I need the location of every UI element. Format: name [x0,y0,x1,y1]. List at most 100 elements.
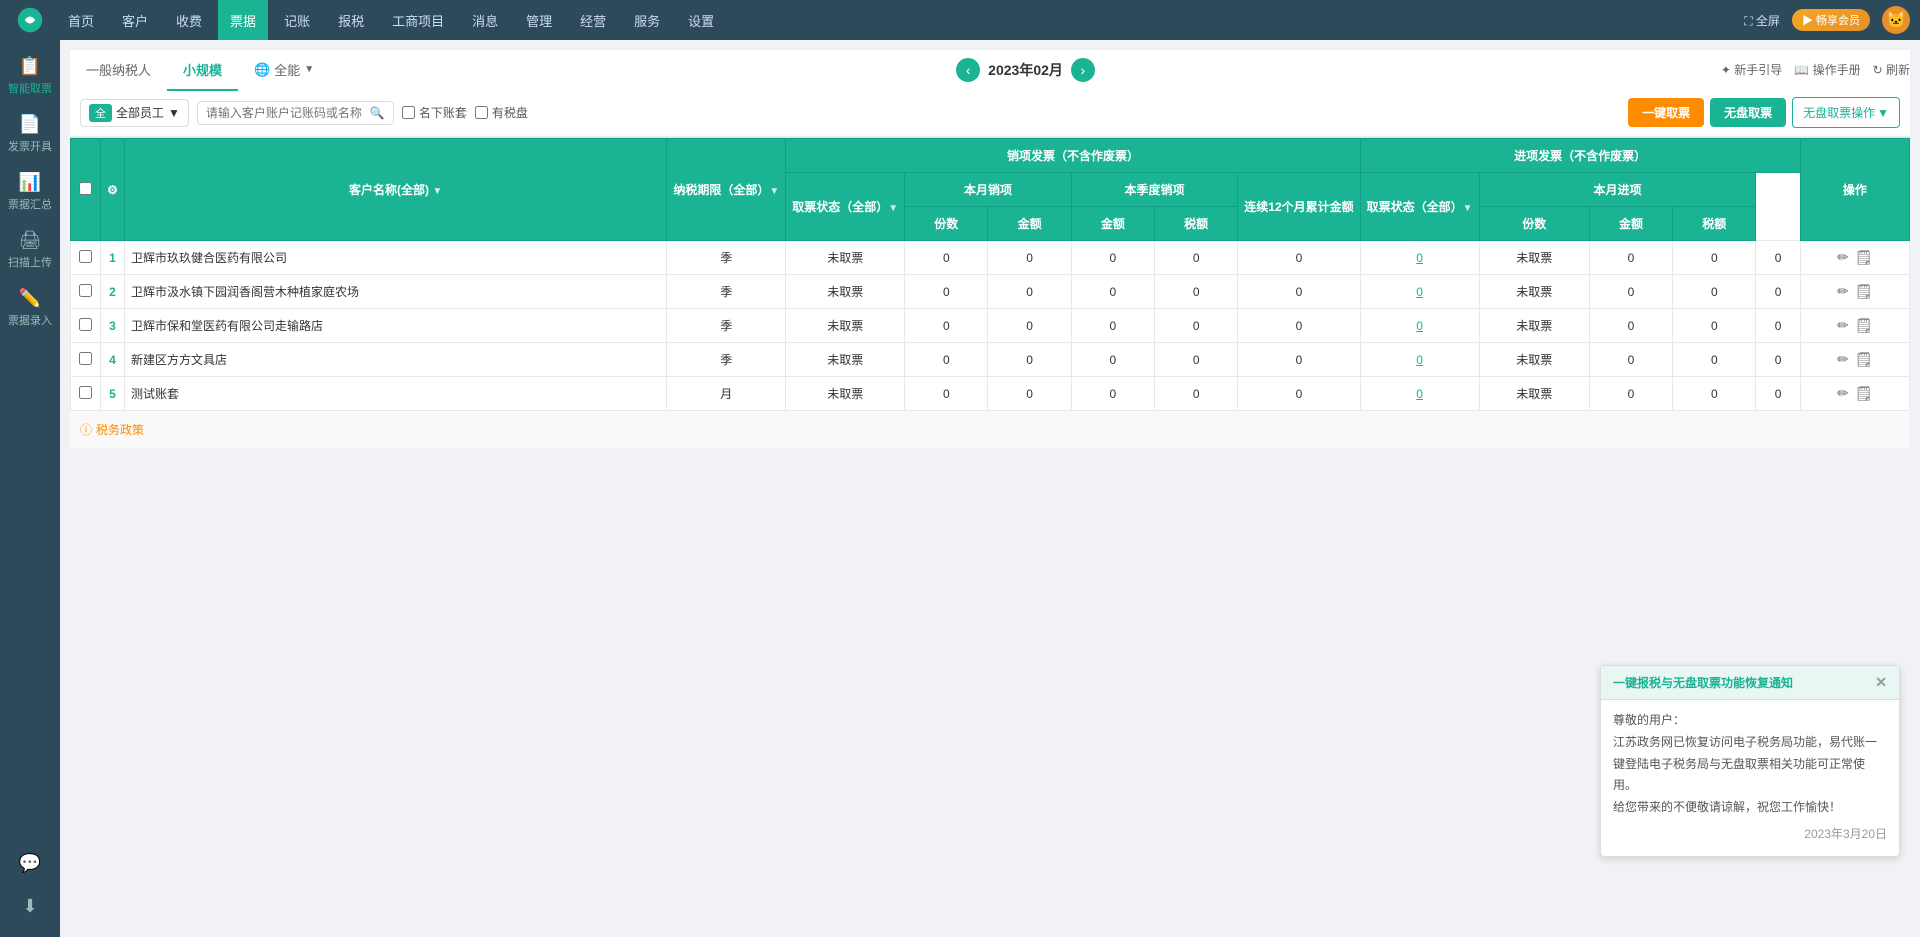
th-purchase-month-amount: 金额 [1589,207,1672,241]
edit-icon-5[interactable]: ✏ [1837,385,1849,402]
row-purchase-month-amount-cell-3: 0 [1673,309,1756,343]
smart-ticket-icon: 📋 [19,56,41,77]
row-checkbox-2[interactable] [79,284,92,297]
row-checkbox-4[interactable] [79,352,92,365]
nav-fee[interactable]: 收费 [164,0,214,40]
nav-service[interactable]: 服务 [622,0,672,40]
sidebar-item-download[interactable]: ⬇ [2,888,58,925]
employee-filter-label: 全部员工 [116,104,164,121]
next-month-button[interactable]: › [1071,58,1095,82]
tab-small-scale[interactable]: 小规模 [167,50,238,91]
row-sales-month-tax-cell-2: 0 [1071,275,1154,309]
sidebar-item-ticket-summary[interactable]: 📊 票据汇总 [2,164,58,220]
row-checkbox-3[interactable] [79,318,92,331]
nav-tax[interactable]: 报税 [326,0,376,40]
row-sales-season-amount-cell-1: 0 [1155,241,1238,275]
edit-icon-2[interactable]: ✏ [1837,283,1849,300]
purchase-status-filter-icon[interactable]: ▼ [1463,203,1473,214]
edit-icon-1[interactable]: ✏ [1837,249,1849,266]
table-body: 1 卫辉市玖玖健合医药有限公司 季 未取票 0 0 0 0 0 0 未取票 0 … [71,241,1910,411]
employee-filter[interactable]: 全 全部员工 ▼ [80,99,189,127]
notification-title: 一键报税与无盘取票功能恢复通知 [1613,674,1793,691]
table-row: 1 卫辉市玖玖健合医药有限公司 季 未取票 0 0 0 0 0 0 未取票 0 … [71,241,1910,275]
sidebar-item-ticket-entry[interactable]: ✏️ 票据录入 [2,280,58,336]
has-tax-checkbox[interactable] [475,106,488,119]
prev-month-button[interactable]: ‹ [956,58,980,82]
nav-accounting[interactable]: 记账 [272,0,322,40]
row-checkbox-5[interactable] [79,386,92,399]
sidebar-item-label-scan: 扫描上传 [8,254,52,270]
sidebar-item-help[interactable]: 💬 [2,845,58,882]
row-num-3: 3 [109,319,116,333]
nav-settings[interactable]: 设置 [676,0,726,40]
search-input[interactable] [206,106,366,120]
nav-message[interactable]: 消息 [460,0,510,40]
row-12month-link-5[interactable]: 0 [1416,387,1423,401]
download-icon: ⬇ [22,896,37,917]
th-sales-month-count: 份数 [905,207,988,241]
row-purchase-status-cell-2: 未取票 [1479,275,1589,309]
nav-right: ⛶ 全屏 ▶ 畅享会员 🐱 [1744,6,1910,34]
view-icon-2[interactable]: 🗒 [1855,283,1873,300]
row-sales-month-amount-cell-2: 0 [988,275,1071,309]
notification-close-button[interactable]: ✕ [1875,674,1887,691]
dropdown-chevron-icon: ▼ [1877,106,1889,120]
row-purchase-month-tax-cell-2: 0 [1756,275,1800,309]
search-icon[interactable]: 🔍 [370,106,385,120]
view-icon-4[interactable]: 🗒 [1855,351,1873,368]
row-name-cell-2: 卫辉市汲水镇下园润香阁营木种植家庭农场 [125,275,667,309]
sidebar-item-invoice-open[interactable]: 📄 发票开具 [2,106,58,162]
select-all-checkbox[interactable] [79,182,92,195]
no-disk-button[interactable]: 无盘取票 [1710,98,1786,127]
employee-filter-chevron: ▼ [168,106,180,120]
action-icons-1: ✏ 🗒 [1807,249,1903,266]
nav-ticket[interactable]: 票据 [218,0,268,40]
sales-status-filter-icon[interactable]: ▼ [888,203,898,214]
row-12month-link-2[interactable]: 0 [1416,285,1423,299]
nav-manage[interactable]: 管理 [514,0,564,40]
th-sales-season-tax: 税额 [1155,207,1238,241]
customer-filter-icon[interactable]: ▼ [432,186,442,197]
view-icon-1[interactable]: 🗒 [1855,249,1873,266]
top-nav: 首页 客户 收费 票据 记账 报税 工商项目 消息 管理 经营 服务 设置 ⛶ … [0,0,1920,40]
sidebar-item-scan-upload[interactable]: 🖨 扫描上传 [2,222,58,278]
settings-icon[interactable]: ⚙ [107,183,118,197]
edit-icon-3[interactable]: ✏ [1837,317,1849,334]
row-sales-month-tax-cell-4: 0 [1071,343,1154,377]
th-purchase-group: 进项发票（不含作废票） [1360,139,1800,173]
sidebar-item-smart-ticket[interactable]: 📋 智能取票 [2,48,58,104]
period-filter-icon[interactable]: ▼ [769,186,779,197]
row-12month-link-1[interactable]: 0 [1416,251,1423,265]
tax-policy-link[interactable]: ⓘ 税务政策 [80,421,1900,438]
one-click-button[interactable]: 一键取票 [1628,98,1704,127]
fullscreen-btn[interactable]: ⛶ 全屏 [1744,12,1780,29]
user-avatar[interactable]: 🐱 [1882,6,1910,34]
view-icon-5[interactable]: 🗒 [1855,385,1873,402]
my-account-checkbox[interactable] [402,106,415,119]
row-12month-link-4[interactable]: 0 [1416,353,1423,367]
nav-business[interactable]: 工商项目 [380,0,456,40]
nav-customer[interactable]: 客户 [110,0,160,40]
refresh-link[interactable]: ↻ 刷新 [1873,61,1910,78]
row-12month-link-3[interactable]: 0 [1416,319,1423,333]
tab-all[interactable]: 🌐 全能 ▼ [238,50,330,91]
nav-operation[interactable]: 经营 [568,0,618,40]
row-action-cell-2: ✏ 🗒 [1800,275,1909,309]
row-checkbox-1[interactable] [79,250,92,263]
edit-icon-4[interactable]: ✏ [1837,351,1849,368]
row-purchase-month-count-cell-3: 0 [1589,309,1672,343]
th-purchase-month: 本月进项 [1479,173,1756,207]
vip-button[interactable]: ▶ 畅享会员 [1792,9,1870,31]
guide-link[interactable]: ✦ 新手引导 [1721,61,1782,78]
tab-bar-right: ✦ 新手引导 📖 操作手册 ↻ 刷新 [1721,61,1910,78]
tab-general-taxpayer[interactable]: 一般纳税人 [70,50,167,91]
app-logo[interactable] [10,0,50,40]
row-sales-season-amount-cell-4: 0 [1155,343,1238,377]
row-sales-status-cell-4: 未取票 [786,343,905,377]
no-disk-ops-button[interactable]: 无盘取票操作 ▼ [1792,97,1900,128]
table-row: 3 卫辉市保和堂医药有限公司走输路店 季 未取票 0 0 0 0 0 0 未取票… [71,309,1910,343]
sidebar-bottom: 💬 ⬇ [2,845,58,937]
nav-home[interactable]: 首页 [56,0,106,40]
manual-link[interactable]: 📖 操作手册 [1794,61,1860,78]
view-icon-3[interactable]: 🗒 [1855,317,1873,334]
